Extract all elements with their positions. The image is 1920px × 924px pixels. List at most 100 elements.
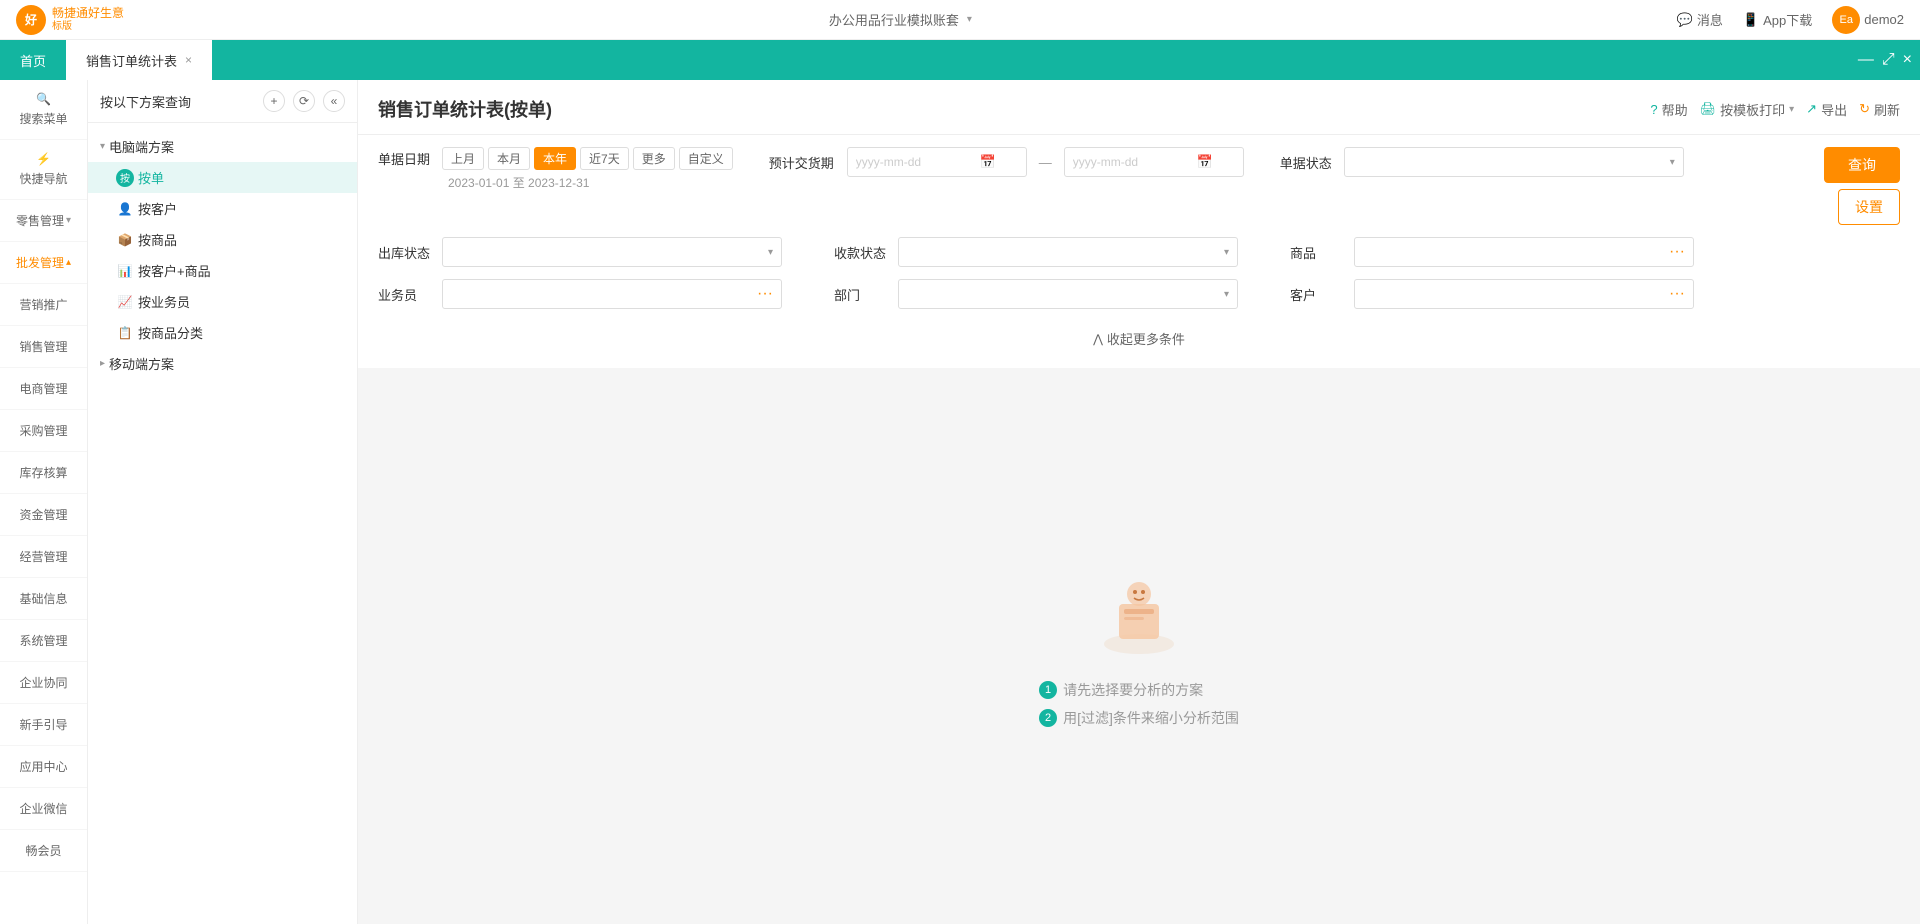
window-minimize-btn[interactable]: — (1858, 51, 1874, 69)
order-status-select[interactable]: ▾ (1344, 147, 1684, 177)
ship-status-select[interactable]: ▾ (442, 237, 782, 267)
current-year-btn[interactable]: 本年 (534, 147, 576, 170)
logo-text: 畅捷通好生意 标版 (52, 6, 124, 32)
receipt-status-select[interactable]: ▾ (898, 237, 1238, 267)
sidebar-item-marketing[interactable]: 营销推广 (0, 284, 87, 326)
quick-nav-icon: ⚡ (36, 152, 51, 166)
recent7-btn[interactable]: 近7天 (580, 147, 629, 170)
tree-pc-scheme[interactable]: ▾ 电脑端方案 (88, 131, 357, 162)
collapse-up-icon: ⋀ (1093, 332, 1103, 346)
window-maximize-btn[interactable]: ⤢ (1882, 51, 1895, 69)
sidebar-item-ecommerce[interactable]: 电商管理 (0, 368, 87, 410)
product-more-icon[interactable]: ··· (1669, 243, 1685, 261)
calendar-end-icon: 📅 (1197, 154, 1213, 170)
salesperson-label: 业务员 (378, 285, 434, 304)
top-bar-right: 💬 消息 📱 App下载 Ea demo2 (1677, 6, 1904, 34)
refresh-icon: ↻ (1859, 101, 1870, 117)
tree-by-order[interactable]: 按 按单 (88, 162, 357, 193)
export-btn[interactable]: ↗ 导出 (1806, 100, 1847, 119)
sidebar-item-inventory[interactable]: 库存核算 (0, 452, 87, 494)
sidebar-quick-nav[interactable]: ⚡ 快捷导航 (0, 140, 87, 200)
logo-icon: 好 (16, 5, 46, 35)
collapse-panel-btn[interactable]: « (323, 90, 345, 112)
app-download-btn[interactable]: 📱 App下载 (1743, 10, 1812, 29)
delivery-date-end[interactable]: 📅 (1064, 147, 1244, 177)
search-icon: 🔍 (36, 92, 51, 106)
search-button[interactable]: 查询 (1824, 147, 1900, 183)
date-label: 单据日期 (378, 149, 434, 168)
product-filter[interactable]: ··· (1354, 237, 1694, 267)
tree-mobile-scheme[interactable]: ▸ 移动端方案 (88, 348, 357, 379)
settings-button[interactable]: 设置 (1838, 189, 1900, 225)
user-area[interactable]: Ea demo2 (1832, 6, 1904, 34)
delivery-date-start[interactable]: 📅 (847, 147, 1027, 177)
tab-sales-order[interactable]: 销售订单统计表 × (66, 40, 212, 80)
custom-date-btn[interactable]: 自定义 (679, 147, 733, 170)
salesperson-filter[interactable]: ··· (442, 279, 782, 309)
sidebar: 🔍 搜索菜单 ⚡ 快捷导航 零售管理 ▾ 批发管理 ▴ 营销推广 销售管理 电商… (0, 80, 88, 924)
tree-by-customer-product[interactable]: 📊 按客户+商品 (88, 255, 357, 286)
refresh-scheme-btn[interactable]: ⟳ (293, 90, 315, 112)
company-dropdown-icon[interactable]: ▾ (967, 14, 972, 25)
print-arrow-icon: ▾ (1789, 104, 1794, 115)
calendar-start-icon: 📅 (980, 154, 996, 170)
sidebar-item-finance[interactable]: 资金管理 (0, 494, 87, 536)
top-bar-left: 好 畅捷通好生意 标版 (16, 5, 124, 35)
tree-badge-icon: 按 (116, 169, 134, 187)
tree-by-product-category[interactable]: 📋 按商品分类 (88, 317, 357, 348)
left-panel: 按以下方案查询 + ⟳ « ▾ 电脑端方案 (88, 80, 358, 924)
department-arrow-icon: ▾ (1224, 289, 1229, 300)
collapse-more-btn[interactable]: ⋀ 收起更多条件 (378, 321, 1900, 356)
logo-area: 好 畅捷通好生意 标版 (16, 5, 124, 35)
sidebar-item-sales[interactable]: 销售管理 (0, 326, 87, 368)
tree-by-salesperson[interactable]: 📈 按业务员 (88, 286, 357, 317)
last-month-btn[interactable]: 上月 (442, 147, 484, 170)
export-icon: ↗ (1806, 101, 1817, 117)
messages-btn[interactable]: 💬 消息 (1677, 10, 1723, 29)
window-close-btn[interactable]: × (1903, 51, 1912, 69)
sidebar-item-basic[interactable]: 基础信息 (0, 578, 87, 620)
message-icon: 💬 (1677, 12, 1693, 28)
salesperson-more-icon[interactable]: ··· (757, 285, 773, 303)
left-panel-title: 按以下方案查询 (100, 92, 191, 111)
sidebar-item-members[interactable]: 畅会员 (0, 830, 87, 872)
sidebar-search-menu[interactable]: 🔍 搜索菜单 (0, 80, 87, 140)
sidebar-item-purchase[interactable]: 采购管理 (0, 410, 87, 452)
header-actions: ? 帮助 🖨 按模板打印 ▾ ↗ 导出 ↻ 刷新 (1650, 100, 1900, 119)
refresh-btn[interactable]: ↻ 刷新 (1859, 100, 1900, 119)
right-panel: 销售订单统计表(按单) ? 帮助 🖨 按模板打印 ▾ ↗ 导出 (358, 80, 1920, 924)
tab-close-btn[interactable]: × (185, 53, 192, 67)
customer-filter[interactable]: ··· (1354, 279, 1694, 309)
add-scheme-btn[interactable]: + (263, 90, 285, 112)
help-icon: ? (1650, 102, 1657, 117)
this-month-btn[interactable]: 本月 (488, 147, 530, 170)
more-date-btn[interactable]: 更多 (633, 147, 675, 170)
empty-tip-1: 1 请先选择要分析的方案 (1039, 680, 1239, 700)
sidebar-item-wholesale[interactable]: 批发管理 ▴ (0, 242, 87, 284)
top-bar: 好 畅捷通好生意 标版 办公用品行业模拟账套 ▾ 💬 消息 📱 App下载 Ea… (0, 0, 1920, 40)
department-select[interactable]: ▾ (898, 279, 1238, 309)
sidebar-item-system[interactable]: 系统管理 (0, 620, 87, 662)
delivery-end-input[interactable] (1073, 155, 1193, 169)
company-name: 办公用品行业模拟账套 (829, 10, 959, 29)
empty-tip-2: 2 用[过滤]条件来缩小分析范围 (1039, 708, 1239, 728)
tree-by-product[interactable]: 📦 按商品 (88, 224, 357, 255)
filter-area: 单据日期 上月 本月 本年 近7天 更多 自定义 2023-01-0 (358, 135, 1920, 368)
tree-by-customer[interactable]: 👤 按客户 (88, 193, 357, 224)
sidebar-item-operations[interactable]: 经营管理 (0, 536, 87, 578)
sidebar-item-wechat[interactable]: 企业微信 (0, 788, 87, 830)
sidebar-item-enterprise[interactable]: 企业协同 (0, 662, 87, 704)
nav-tabs: 首页 销售订单统计表 × — ⤢ × (0, 40, 1920, 80)
tree-expand-icon: ▾ (100, 141, 105, 152)
customer-more-icon[interactable]: ··· (1669, 285, 1685, 303)
print-btn[interactable]: 🖨 按模板打印 ▾ (1700, 100, 1795, 119)
sidebar-item-newbie[interactable]: 新手引导 (0, 704, 87, 746)
help-btn[interactable]: ? 帮助 (1650, 100, 1687, 119)
delivery-start-input[interactable] (856, 155, 976, 169)
tab-home[interactable]: 首页 (0, 40, 66, 80)
content-area: 按以下方案查询 + ⟳ « ▾ 电脑端方案 (88, 80, 1920, 924)
sidebar-item-retail[interactable]: 零售管理 ▾ (0, 200, 87, 242)
sidebar-item-apps[interactable]: 应用中心 (0, 746, 87, 788)
date-separator: — (1035, 155, 1056, 170)
filter-row-2: 出库状态 ▾ 收款状态 ▾ 商品 (378, 237, 1900, 267)
